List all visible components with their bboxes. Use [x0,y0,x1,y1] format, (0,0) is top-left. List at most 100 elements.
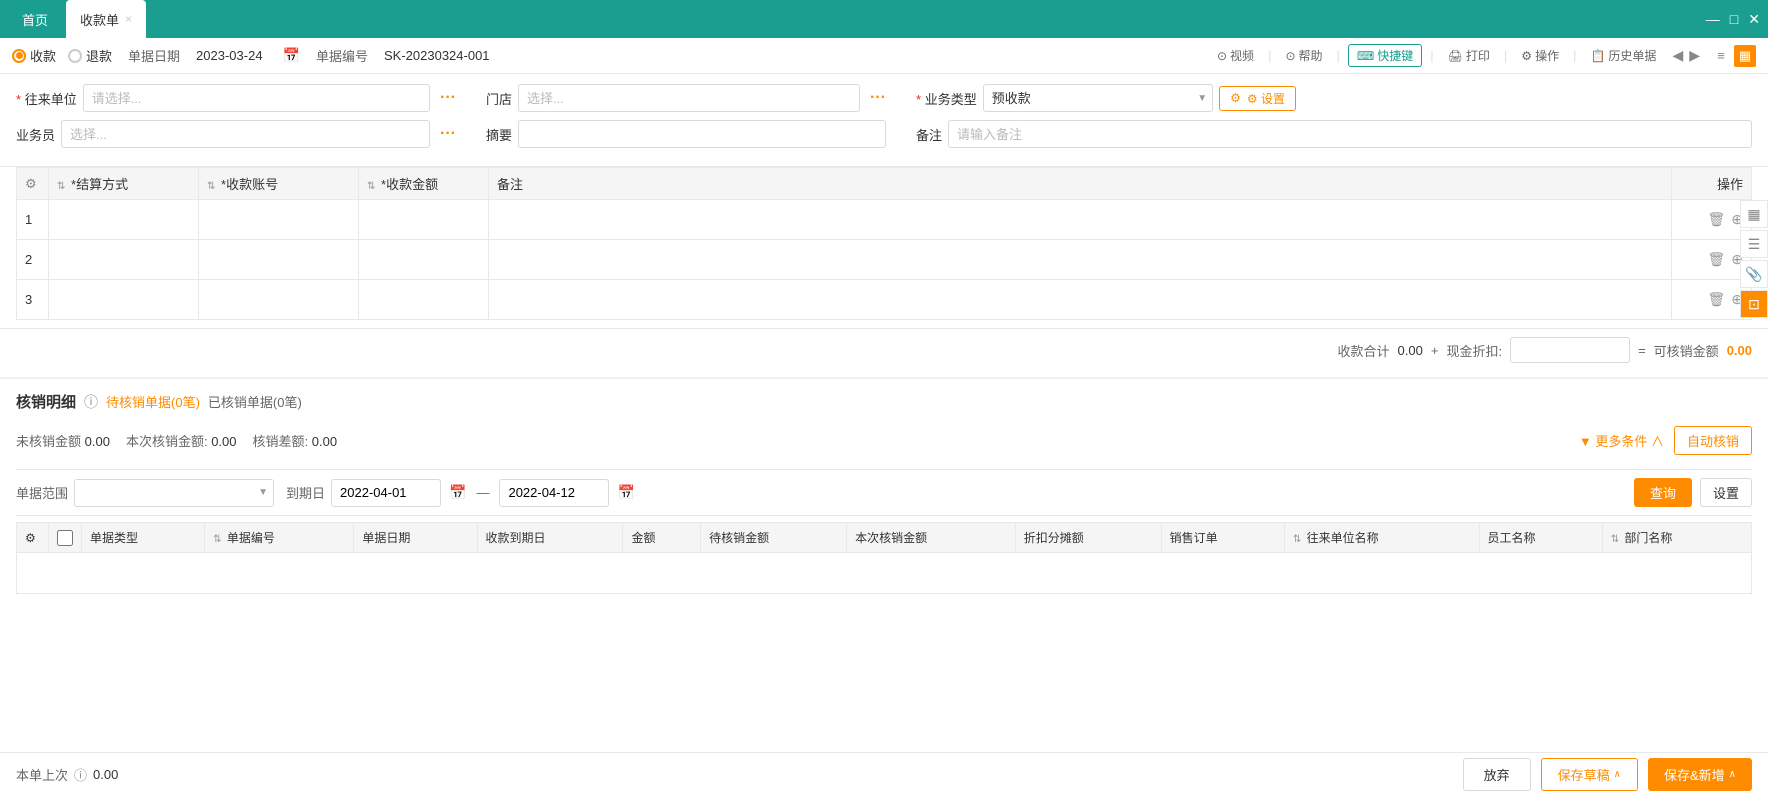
right-panel-expand-btn[interactable]: ⊡ [1740,290,1768,318]
operate-icon: ⚙ [1521,49,1532,63]
date-to-input[interactable] [499,479,609,507]
toolbar-actions: ⊙ 视频 | ⊙ 帮助 | ⌨ 快捷键 | 🖨 打印 | ⚙ 操作 [1211,44,1756,67]
row-settlement-2[interactable] [49,240,199,280]
counterparty-field: * 往来单位 ··· [16,84,456,112]
tab-home[interactable]: 首页 [8,0,62,38]
tab-close-icon[interactable]: × [125,12,132,26]
counterparty-input[interactable] [83,84,430,112]
row-delete-icon-3[interactable]: 🗑 [1707,291,1725,308]
window-close-icon[interactable]: ✕ [1748,11,1760,28]
row-delete-icon-1[interactable]: 🗑 [1707,211,1725,228]
range-select[interactable] [74,479,274,507]
row-amount-3[interactable] [359,280,489,320]
col-account: ⇅ *收款账号 [199,168,359,200]
counterparty-more-btn[interactable]: ··· [440,89,456,107]
business-type-select-wrap: 预收款 ▼ [983,84,1213,112]
row-settlement-3[interactable] [49,280,199,320]
window-maximize-icon[interactable]: □ [1730,11,1738,27]
range-field: 单据范围 ▼ [16,479,274,507]
row-account-3[interactable] [199,280,359,320]
main-content: 收款 退款 单据日期 2023-03-24 📅 单据编号 SK-20230324… [0,38,1768,796]
radio-receive[interactable]: 收款 [12,46,56,65]
print-btn[interactable]: 🖨 打印 [1442,45,1496,66]
settings-icon: ⚙ [1230,91,1241,105]
auto-verify-btn[interactable]: 自动核销 [1674,426,1752,455]
row-remark-1[interactable] [489,200,1672,240]
right-panel-book-btn[interactable]: ☰ [1740,230,1768,258]
bottom-table-empty-row [17,553,1752,594]
staff-input[interactable] [61,120,430,148]
bt-col-check [49,523,82,553]
right-panel-clip-btn[interactable]: 📎 [1740,260,1768,288]
staff-more-btn[interactable]: ··· [440,125,456,143]
store-input[interactable] [518,84,860,112]
row-remark-2[interactable] [489,240,1672,280]
date-from-input[interactable] [331,479,441,507]
pending-tab[interactable]: 待核销单据(0笔) [106,392,200,411]
save-new-btn[interactable]: 保存&新增 ∧ [1648,758,1752,791]
discard-btn[interactable]: 放弃 [1463,758,1531,791]
shortcut-btn[interactable]: ⌨ 快捷键 [1348,44,1422,67]
more-conditions-btn[interactable]: ▼ 更多条件 ∧ [1579,431,1664,450]
right-panel-clip-icon: 📎 [1745,266,1762,283]
select-all-checkbox[interactable] [57,530,73,546]
next-arrow[interactable]: ▶ [1687,45,1702,66]
remark-input[interactable] [948,120,1752,148]
settings-button[interactable]: ⚙ ⚙ 设置 [1219,86,1296,111]
row-delete-icon-2[interactable]: 🗑 [1707,251,1725,268]
bt-col-pending: 待核销金额 [701,523,847,553]
available-label: 可核销金额 [1654,341,1719,360]
col-amount: ⇅ *收款金额 [359,168,489,200]
video-icon: ⊙ [1217,49,1227,63]
operate-btn[interactable]: ⚙ 操作 [1515,45,1565,66]
row-remark-3[interactable] [489,280,1672,320]
business-type-select[interactable]: 预收款 [983,84,1213,112]
completed-tab[interactable]: 已核销单据(0笔) [208,392,302,411]
staff-field: 业务员 ··· [16,120,456,148]
date-from-calendar-icon[interactable]: 📅 [449,484,466,501]
row-amount-1[interactable] [359,200,489,240]
bt-col-staff: 员工名称 [1479,523,1602,553]
calendar-icon[interactable]: 📅 [283,47,300,64]
table-row: 1 🗑 ⊕ [17,200,1752,240]
help-btn[interactable]: ⊙ 帮助 [1279,45,1328,66]
discount-input[interactable] [1510,337,1630,363]
date-label: 单据日期 [128,46,180,65]
range-select-wrap: ▼ [74,479,274,507]
video-btn[interactable]: ⊙ 视频 [1211,45,1260,66]
right-panel-table-btn[interactable]: ▦ [1740,200,1768,228]
bt-col-discount: 折扣分摊额 [1015,523,1161,553]
settings-btn2[interactable]: 设置 [1700,478,1752,507]
grid-view-btn[interactable]: ▦ [1734,45,1756,67]
verify-stats: 未核销金额 0.00 本次核销金额: 0.00 核销差额: 0.00 ▼ 更多条… [16,420,1752,461]
store-field: 门店 ··· [486,84,886,112]
window-minimize-icon[interactable]: — [1706,11,1720,27]
verify-info-icon[interactable]: ⓘ [84,392,98,412]
row-settlement-1[interactable] [49,200,199,240]
summary-field: 摘要 [486,120,886,148]
tab-receipt[interactable]: 收款单 × [66,0,146,38]
save-draft-btn[interactable]: 保存草稿 ∧ [1541,758,1638,791]
history-btn[interactable]: 📋 历史单据 [1584,45,1662,66]
save-draft-arrow-icon: ∧ [1614,769,1621,780]
window-controls: — □ ✕ [1706,11,1760,28]
row-amount-2[interactable] [359,240,489,280]
row-account-1[interactable] [199,200,359,240]
row-account-2[interactable] [199,240,359,280]
radio-refund[interactable]: 退款 [68,46,112,65]
receipt-type-group: 收款 退款 [12,46,112,65]
bt-col-sales: 销售订单 [1161,523,1284,553]
bottom-bar: 本单上次 ⓘ 0.00 放弃 保存草稿 ∧ 保存&新增 ∧ [0,752,1768,796]
list-view-btn[interactable]: ≡ [1710,45,1732,67]
radio-receive-dot [12,49,26,63]
store-more-btn[interactable]: ··· [870,89,886,107]
store-label: 门店 [486,89,512,108]
bottom-info-icon[interactable]: ⓘ [74,765,87,784]
table-gear-icon[interactable]: ⚙ [25,176,37,191]
date-to-calendar-icon[interactable]: 📅 [617,484,634,501]
query-btn[interactable]: 查询 [1634,478,1692,507]
table-row: 3 🗑 ⊕ [17,280,1752,320]
bottom-table-gear-icon[interactable]: ⚙ [25,531,36,545]
prev-arrow[interactable]: ◀ [1670,45,1685,66]
summary-input[interactable] [518,120,886,148]
